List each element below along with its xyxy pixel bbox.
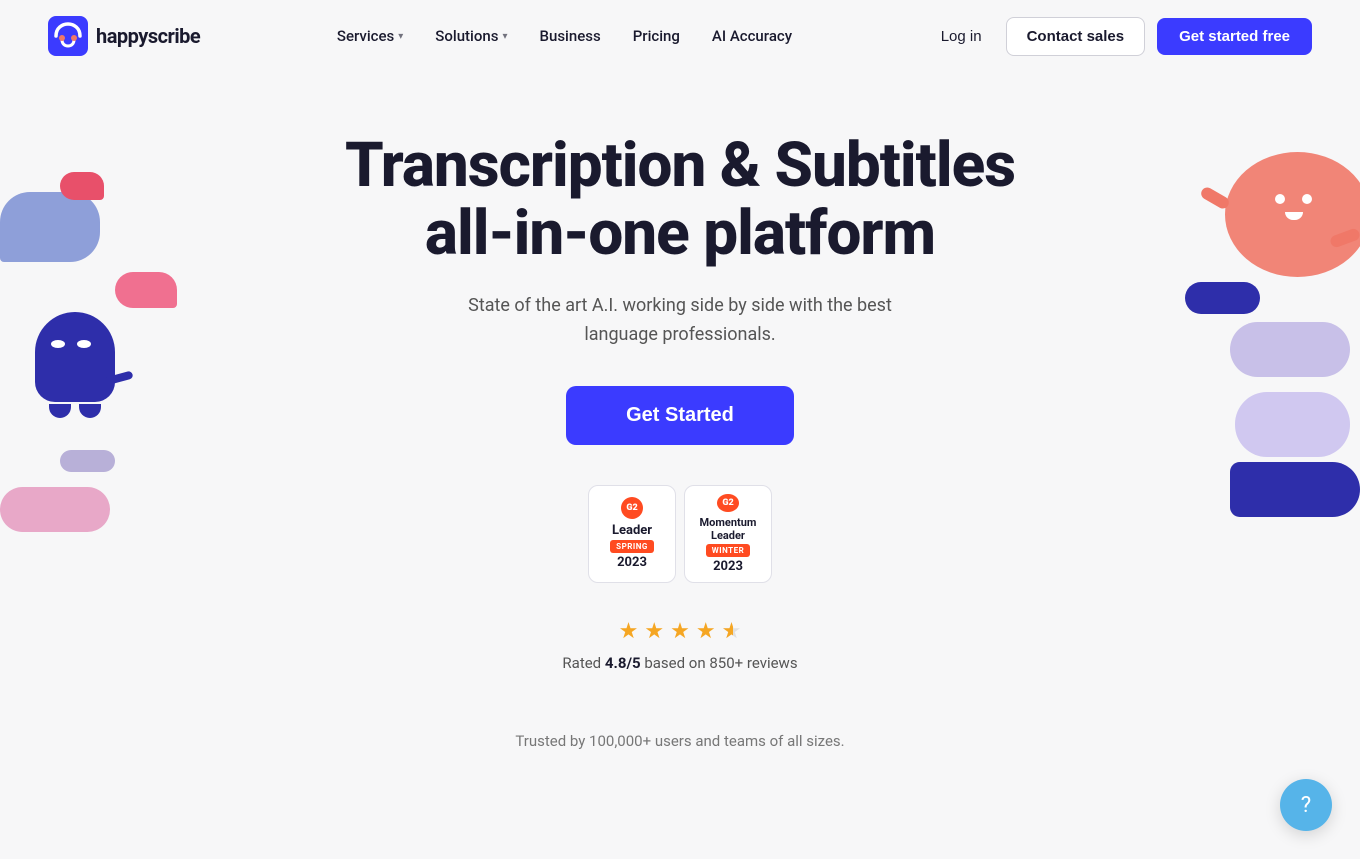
chevron-down-icon: ▾ [398,31,403,42]
star-1: ★ [619,619,639,644]
nav-link-pricing[interactable]: Pricing [621,19,692,53]
monster-eye-left [51,340,65,348]
nav-link-services[interactable]: Services ▾ [325,19,415,53]
bubble-lavender-medium [1235,392,1350,457]
navbar: happyscribe Services ▾ Solutions ▾ Busin… [0,0,1360,72]
nav-item-ai-accuracy[interactable]: AI Accuracy [700,19,804,53]
chat-support-button[interactable]: ? [1280,779,1332,831]
monster-body [35,312,115,402]
login-button[interactable]: Log in [929,20,994,53]
face-eye-left [1275,194,1285,204]
chevron-down-icon: ▾ [502,31,507,42]
logo-text: happyscribe [96,24,200,48]
star-3: ★ [670,619,690,644]
deco-left [0,172,220,552]
monster-left [30,312,120,442]
nav-link-business[interactable]: Business [528,19,613,53]
monster-tail [104,371,133,386]
badge-leader: G2 Leader SPRING 2023 [588,485,676,583]
bubble-dark-right [1230,462,1360,517]
nav-item-business[interactable]: Business [528,19,613,53]
deco-right [1140,152,1360,572]
nav-item-solutions[interactable]: Solutions ▾ [423,19,519,53]
g2-icon-leader: G2 [621,497,643,519]
star-5-half: ★ ★ [722,619,742,644]
monster-eye-right [77,340,91,348]
face-mouth [1285,212,1303,220]
g2-icon-momentum: G2 [717,494,739,512]
hero-section: Transcription & Subtitles all-in-one pla… [0,72,1360,810]
arm-right [1329,227,1360,249]
monster-foot-right [79,404,101,418]
nav-link-solutions[interactable]: Solutions ▾ [423,19,519,53]
logo-icon [48,16,88,56]
nav-links: Services ▾ Solutions ▾ Business Pricing … [325,19,804,53]
bubble-lavender-large [1230,322,1350,377]
arm-left [1199,185,1231,210]
nav-item-pricing[interactable]: Pricing [621,19,692,53]
stars-row: ★ ★ ★ ★ ★ ★ [619,619,742,644]
bubble-red-small [60,172,104,200]
badges-row: G2 Leader SPRING 2023 G2 MomentumLeader … [588,485,772,583]
star-4: ★ [696,619,716,644]
hero-get-started-button[interactable]: Get Started [566,386,794,445]
chat-icon: ? [1301,793,1311,818]
monster-foot-left [49,404,71,418]
nav-actions: Log in Contact sales Get started free [929,17,1312,56]
hero-subtitle: State of the art A.I. working side by si… [460,292,900,350]
bubble-blue-large [0,192,100,262]
hero-title: Transcription & Subtitles all-in-one pla… [345,132,1015,268]
bubble-lavender [60,450,115,472]
trusted-text: Trusted by 100,000+ users and teams of a… [515,732,844,770]
bubble-pink-small [115,272,177,308]
nav-link-ai-accuracy[interactable]: AI Accuracy [700,19,804,53]
nav-item-services[interactable]: Services ▾ [325,19,415,53]
get-started-free-button[interactable]: Get started free [1157,18,1312,55]
badge-momentum-leader: G2 MomentumLeader WINTER 2023 [684,485,772,583]
bubble-coral-sphere [1225,152,1360,277]
bubble-pink-left [0,487,110,532]
bubble-blue-right [1185,282,1260,314]
star-2: ★ [644,619,664,644]
logo-link[interactable]: happyscribe [48,16,200,56]
rating-text: Rated 4.8/5 based on 850+ reviews [562,654,797,672]
contact-sales-button[interactable]: Contact sales [1006,17,1146,56]
monster-feet [30,404,120,418]
face-eye-right [1302,194,1312,204]
